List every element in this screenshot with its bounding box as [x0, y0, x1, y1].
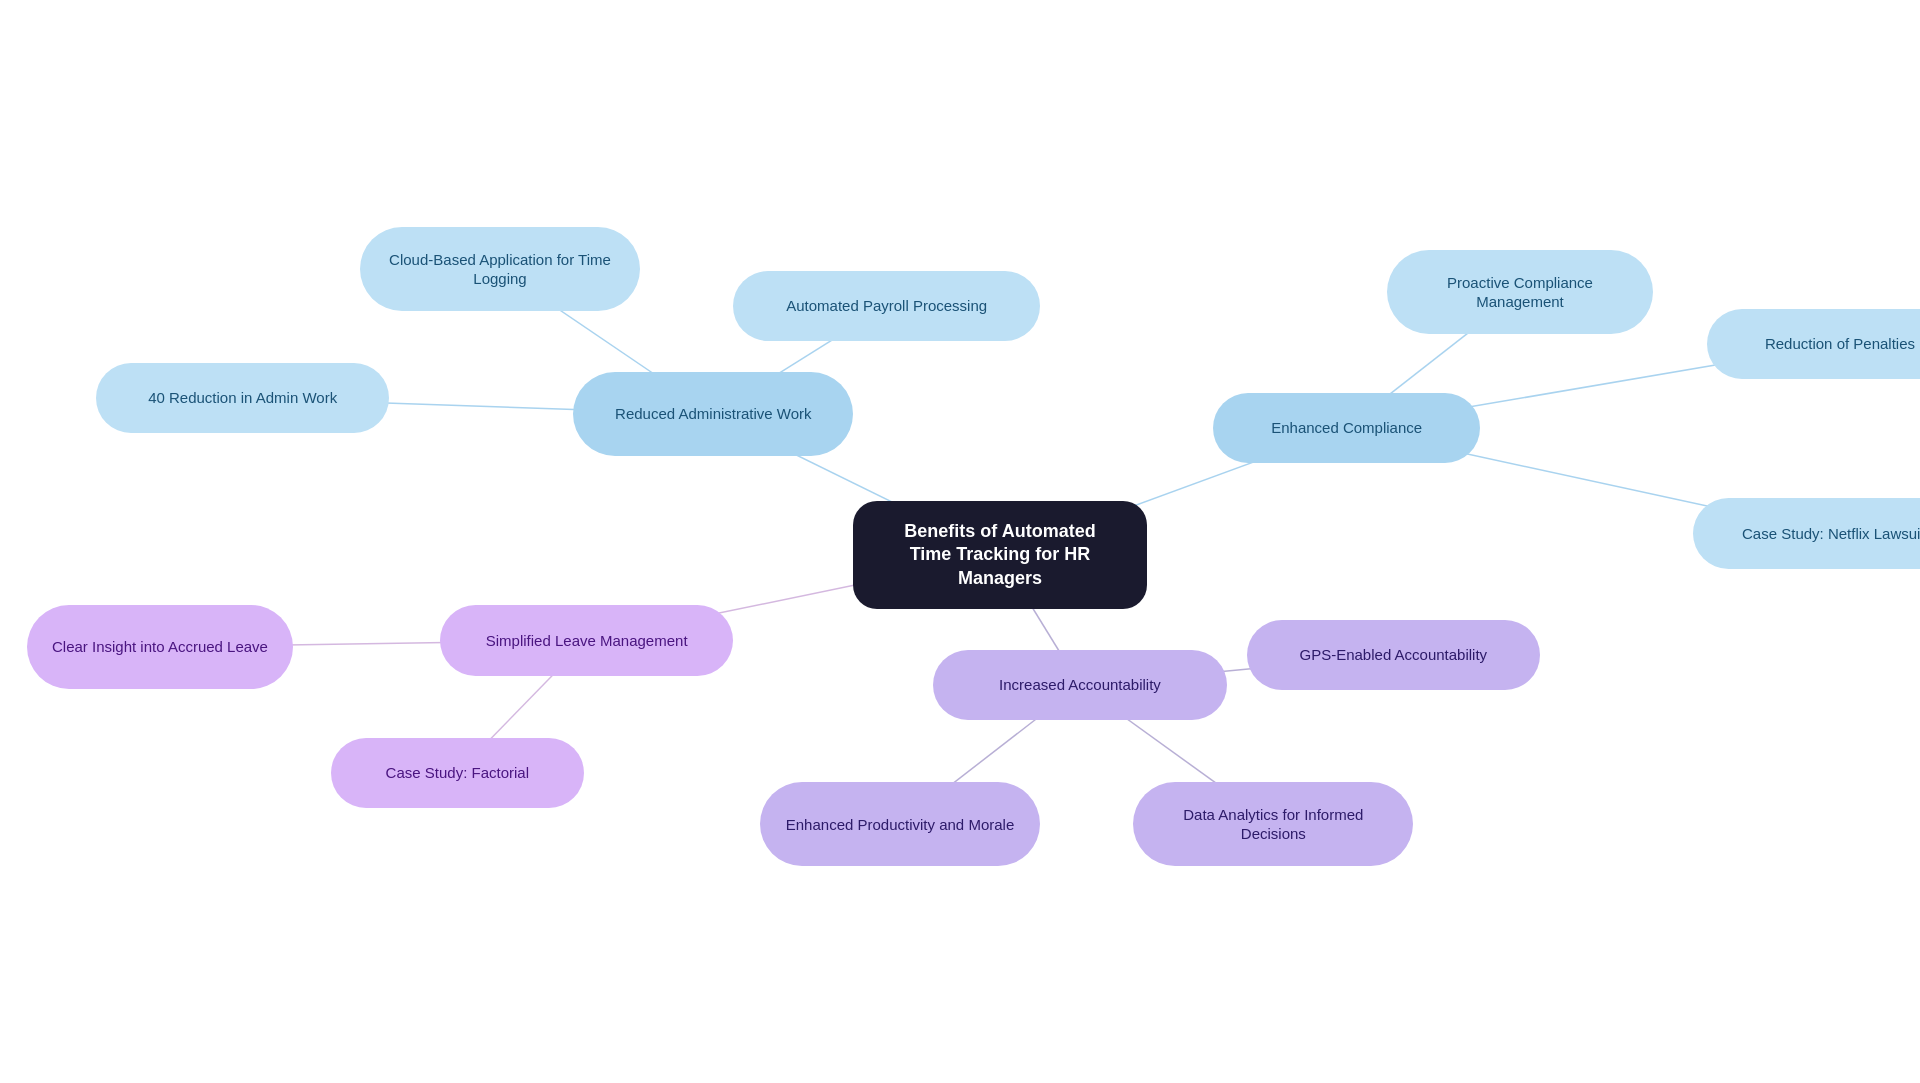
gps-enabled-node: GPS-Enabled Accountability — [1247, 620, 1540, 690]
enhanced-productivity-node: Enhanced Productivity and Morale — [760, 782, 1040, 866]
reduction-penalties-node: Reduction of Penalties — [1707, 309, 1920, 379]
automated-payroll-node: Automated Payroll Processing — [733, 271, 1040, 341]
enhanced-compliance-node: Enhanced Compliance — [1213, 393, 1480, 463]
40-reduction-node: 40 Reduction in Admin Work — [96, 363, 389, 433]
case-study-netflix-node: Case Study: Netflix Lawsuit — [1693, 498, 1920, 568]
simplified-leave-node: Simplified Leave Management — [440, 605, 733, 675]
proactive-compliance-node: Proactive Compliance Management — [1387, 250, 1654, 334]
increased-accountability-node: Increased Accountability — [933, 650, 1226, 720]
clear-insight-node: Clear Insight into Accrued Leave — [27, 605, 294, 689]
reduced-admin-node: Reduced Administrative Work — [573, 372, 853, 456]
center-node: Benefits of Automated Time Tracking for … — [853, 501, 1146, 609]
case-study-factorial-node: Case Study: Factorial — [331, 738, 584, 808]
mind-map: Benefits of Automated Time Tracking for … — [0, 0, 1920, 1083]
data-analytics-node: Data Analytics for Informed Decisions — [1133, 782, 1413, 866]
cloud-based-node: Cloud-Based Application for Time Logging — [360, 227, 640, 311]
